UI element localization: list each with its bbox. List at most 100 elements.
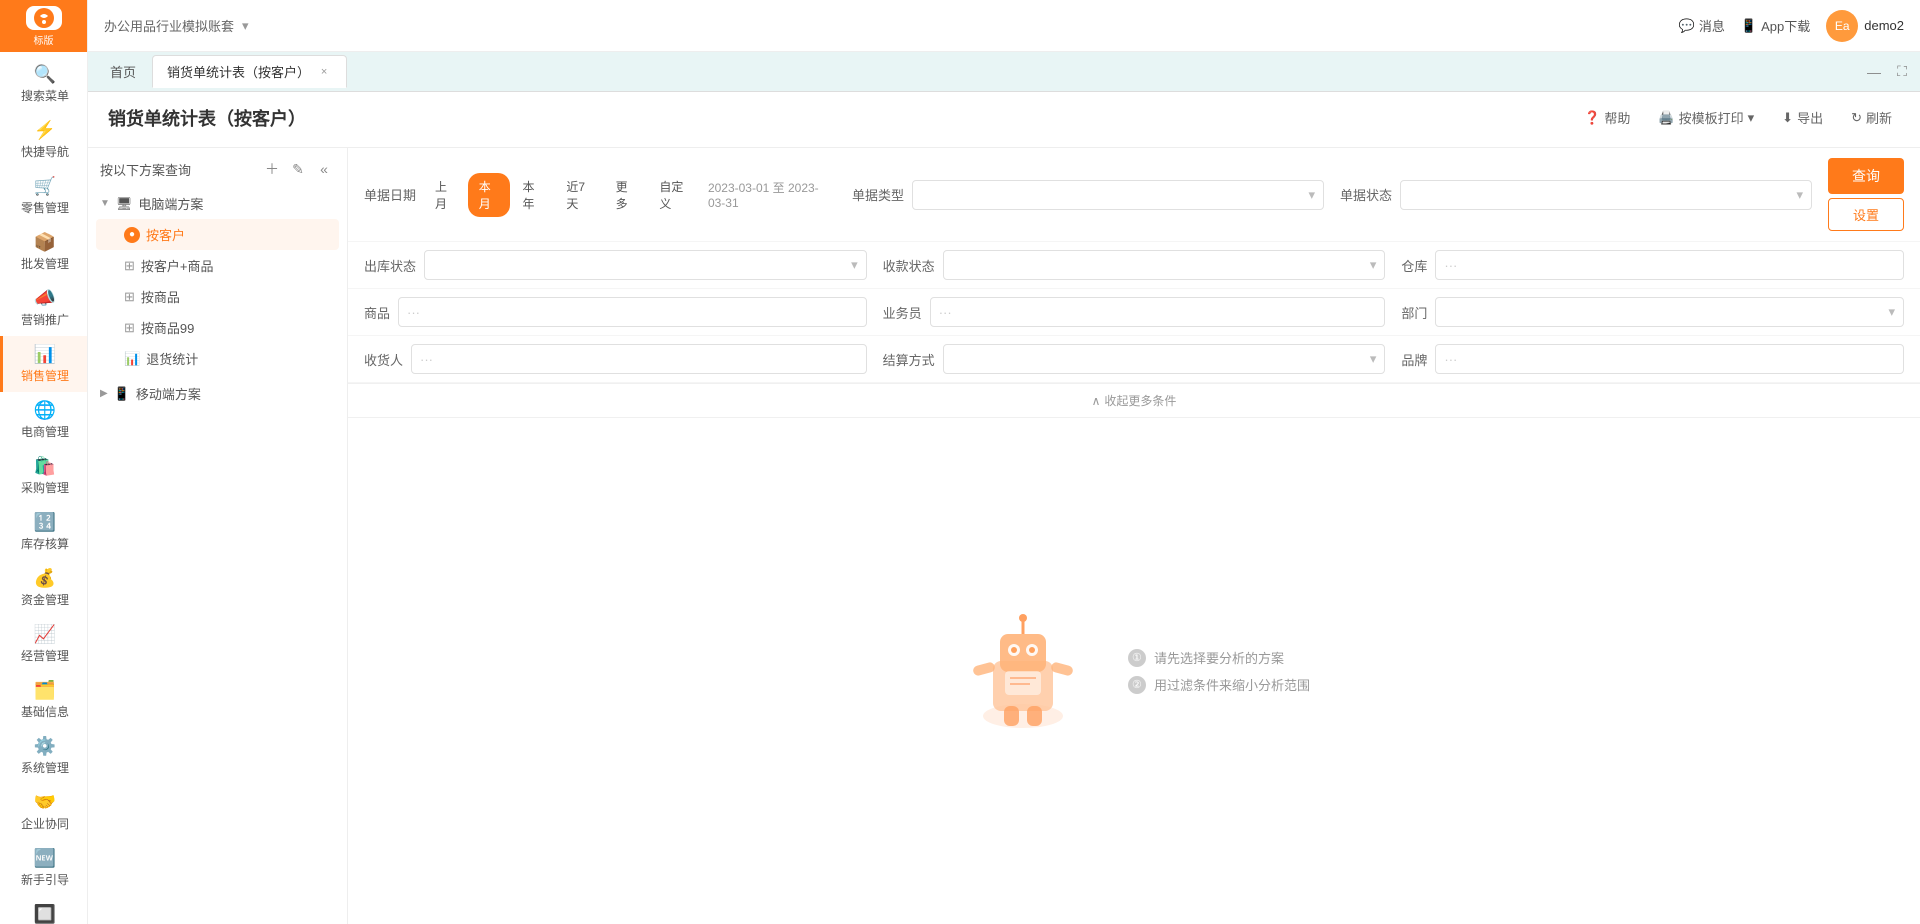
filter-area: 单据日期 上月 本月 本年 近7天 更多 自定义 2023-03-01 至 20… [348,148,1920,417]
sidebar-item-quick[interactable]: ⚡ 快捷导航 [0,112,87,168]
tab-minimize-btn[interactable]: — [1864,62,1884,82]
edit-icon: ✎ [292,161,304,178]
settlement-label: 结算方式 [883,350,935,369]
date-btn-custom[interactable]: 自定义 [648,173,700,217]
brand-cell: 品牌 ··· [1401,344,1904,374]
warehouse-select[interactable]: ··· [1435,250,1904,280]
pay-status-select[interactable]: ▾ [943,250,1386,280]
scheme-item-return-stats[interactable]: 📊 退货统计 [96,343,339,374]
sidebar-item-appcenter[interactable]: 🔲 应用中心 [0,896,87,924]
scheme-item-by-goods99[interactable]: ⊞ 按商品99 [96,312,339,343]
date-btn-thismonth[interactable]: 本月 [468,173,510,217]
query-button[interactable]: 查询 [1828,158,1904,194]
group-arrow-icon: ▼ [100,198,110,209]
settlement-cell: 结算方式 ▾ [883,344,1386,374]
main-area: 办公用品行业模拟账套 ▾ 💬 消息 📱 App下载 Ea demo2 首页 [88,0,1920,924]
left-panel: 按以下方案查询 ＋ ✎ « [88,148,348,924]
logo-icon [26,6,62,30]
tab-bar: 首页 销货单统计表（按客户） × — ⛶ [88,52,1920,92]
date-btn-more[interactable]: 更多 [605,173,647,217]
sidebar-item-system[interactable]: ⚙️ 系统管理 [0,728,87,784]
salesman-cell: 业务员 ··· [883,297,1386,327]
salesman-label: 业务员 [883,303,922,322]
search-icon: 🔍 [34,64,56,85]
scheme-add-btn[interactable]: ＋ [261,158,283,180]
tab-close-btn[interactable]: × [316,64,332,80]
mobile-group-icon: 📱 [114,386,130,402]
sidebar-item-sales[interactable]: 📊 销售管理 [0,336,87,392]
tab-maximize-btn[interactable]: ⛶ [1892,62,1912,82]
messages-btn[interactable]: 💬 消息 [1679,16,1725,35]
sidebar-item-system-label: 系统管理 [21,759,69,776]
app-download-btn[interactable]: 📱 App下载 [1741,16,1810,35]
date-btn-thisyear[interactable]: 本年 [512,173,554,217]
message-icon: 💬 [1679,18,1695,34]
refresh-label: 刷新 [1866,108,1892,127]
scheme-collapse-btn[interactable]: « [313,158,335,180]
avatar: Ea [1826,10,1858,42]
type-label: 单据类型 [852,185,904,204]
scheme-item-return-stats-label: 退货统计 [146,349,198,368]
out-status-select[interactable]: ▾ [424,250,867,280]
setting-button[interactable]: 设置 [1828,198,1904,231]
goods-label: 商品 [364,303,390,322]
goods-select[interactable]: ··· [398,297,867,327]
scheme-group-desktop-header[interactable]: ▼ 🖥 电脑端方案 [96,188,339,219]
brand-select[interactable]: ··· [1435,344,1904,374]
scheme-panel-title: 按以下方案查询 [100,160,191,179]
tab-stats-label: 销货单统计表（按客户） [167,62,310,81]
salesman-select[interactable]: ··· [930,297,1386,327]
scheme-item-by-customer[interactable]: ● 按客户 [96,219,339,250]
export-label: 导出 [1797,108,1823,127]
collapse-bar[interactable]: ∧ 收起更多条件 [348,383,1920,417]
scheme-item-by-customer-goods[interactable]: ⊞ 按客户+商品 [96,250,339,281]
sidebar-item-guide[interactable]: 🆕 新手引导 [0,840,87,896]
refresh-icon: ↻ [1851,110,1862,126]
help-icon: ❓ [1584,110,1600,126]
type-filter-cell: 单据类型 ▾ [852,180,1324,210]
scheme-group-mobile-header[interactable]: ▶ 📱 移动端方案 [96,378,339,409]
settlement-select[interactable]: ▾ [943,344,1386,374]
sidebar-item-ecom[interactable]: 🌐 电商管理 [0,392,87,448]
header-left: 办公用品行业模拟账套 ▾ [104,16,249,35]
tab-stats[interactable]: 销货单统计表（按客户） × [152,55,347,88]
sidebar-item-finance[interactable]: 💰 资金管理 [0,560,87,616]
empty-tip-1: ① 请先选择要分析的方案 [1128,648,1310,667]
sidebar-item-purchase-label: 采购管理 [21,479,69,496]
export-btn[interactable]: ⬇ 导出 [1774,104,1831,131]
action-buttons: 查询 设置 [1828,158,1904,231]
receiver-select[interactable]: ··· [411,344,867,374]
sidebar-item-purchase[interactable]: 🛍️ 采购管理 [0,448,87,504]
goods99-icon: ⊞ [124,320,135,336]
sidebar-item-base[interactable]: 🗂️ 基础信息 [0,672,87,728]
username-label: demo2 [1864,18,1904,33]
sidebar-item-search[interactable]: 🔍 搜索菜单 [0,56,87,112]
scheme-edit-btn[interactable]: ✎ [287,158,309,180]
sidebar-item-retail-label: 零售管理 [21,199,69,216]
ecom-icon: 🌐 [34,400,56,421]
scheme-item-by-goods[interactable]: ⊞ 按商品 [96,281,339,312]
date-btn-lastmonth[interactable]: 上月 [424,173,466,217]
refresh-btn[interactable]: ↻ 刷新 [1843,104,1900,131]
sidebar-item-retail[interactable]: 🛒 零售管理 [0,168,87,224]
sidebar-item-inventory[interactable]: 🔢 库存核算 [0,504,87,560]
sidebar-item-operation[interactable]: 📈 经营管理 [0,616,87,672]
print-btn[interactable]: 🖨️ 按模板打印 ▾ [1650,104,1762,131]
status-select[interactable]: ▾ [1400,180,1812,210]
user-area[interactable]: Ea demo2 [1826,10,1904,42]
help-btn[interactable]: ❓ 帮助 [1576,104,1638,131]
sidebar-item-cooperation[interactable]: 🤝 企业协同 [0,784,87,840]
breadcrumb-dropdown[interactable]: ▾ [242,18,249,34]
goods-icon: ⊞ [124,289,135,305]
type-select[interactable]: ▾ [912,180,1324,210]
top-header: 办公用品行业模拟账套 ▾ 💬 消息 📱 App下载 Ea demo2 [88,0,1920,52]
filter-row-3: 商品 ··· 业务员 ··· [348,289,1920,336]
sidebar-item-wholesale[interactable]: 📦 批发管理 [0,224,87,280]
sidebar-item-marketing[interactable]: 📣 营销推广 [0,280,87,336]
dept-select[interactable]: ▾ [1435,297,1904,327]
brand-label: 品牌 [1401,350,1427,369]
customer-active-icon: ● [124,227,140,243]
tab-home[interactable]: 首页 [96,56,150,87]
tip1-text: 请先选择要分析的方案 [1154,648,1284,667]
date-btn-7days[interactable]: 近7天 [555,173,602,217]
